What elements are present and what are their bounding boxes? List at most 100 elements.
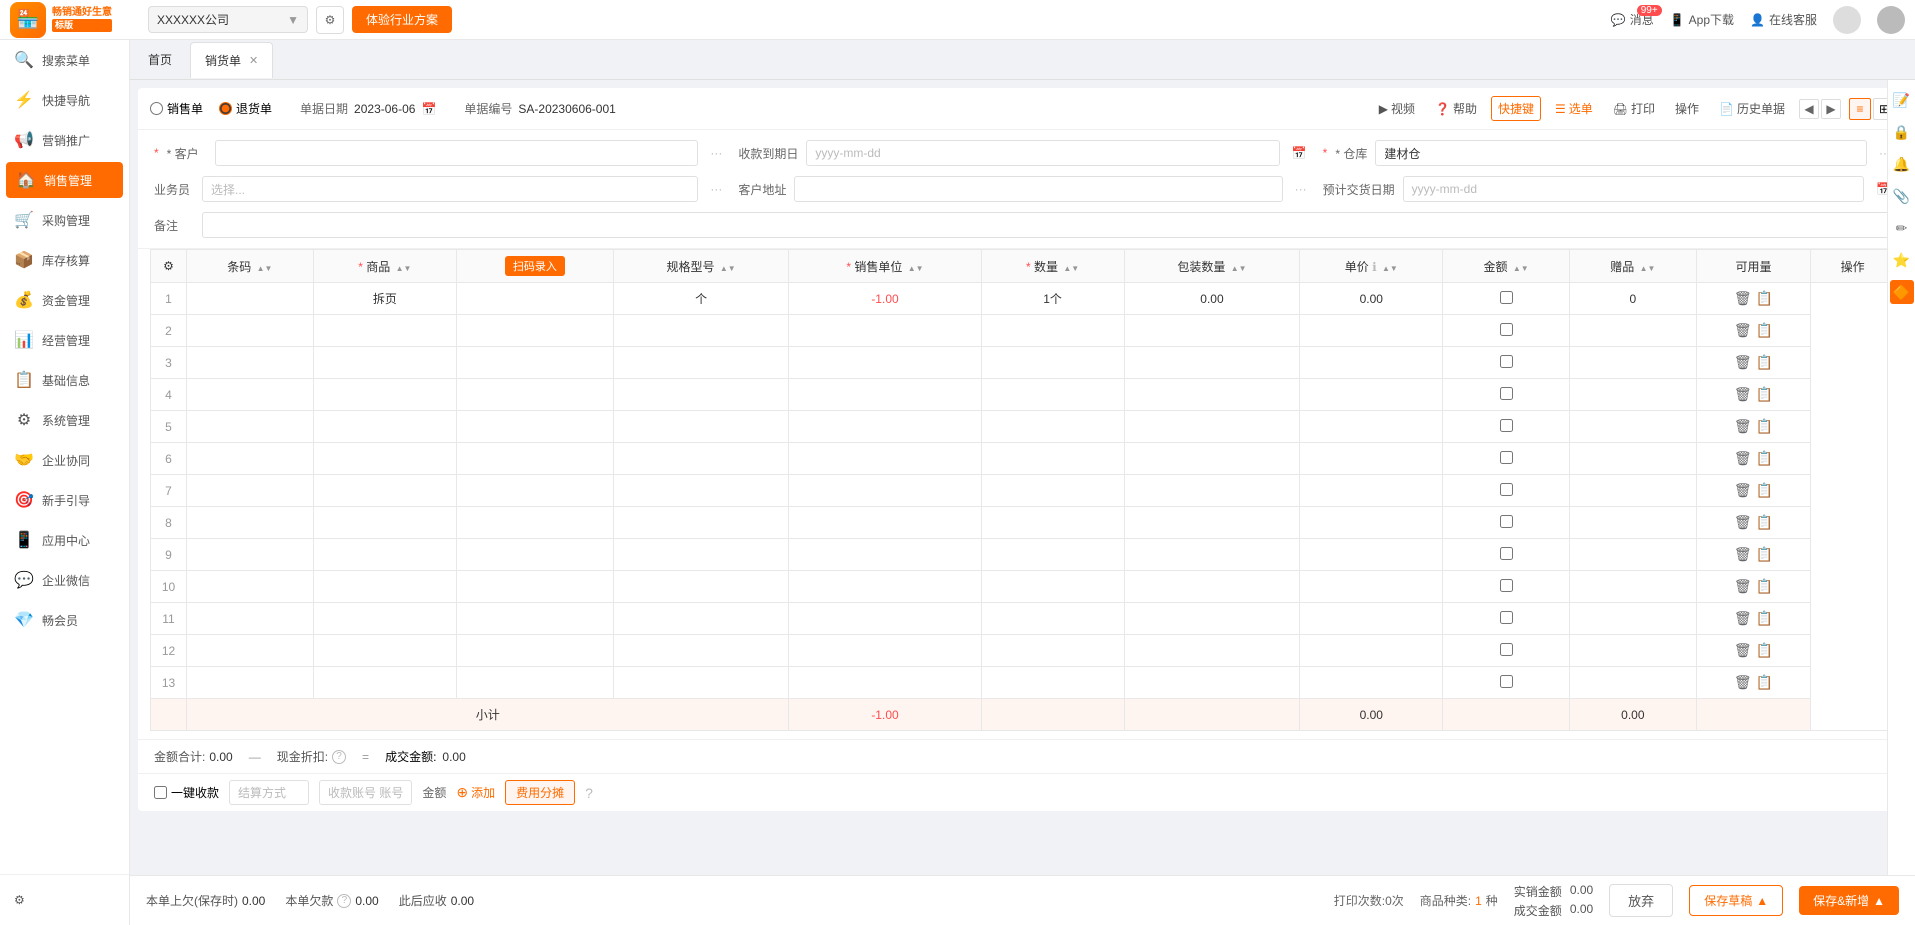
amount-1[interactable]: 0.00 xyxy=(1300,283,1443,315)
copy-icon-5[interactable]: 📋 xyxy=(1756,418,1773,435)
prev-arrow[interactable]: ◀ xyxy=(1799,99,1819,119)
tab-sales-order[interactable]: 销货单 ✕ xyxy=(190,42,273,78)
qty-sort[interactable]: ▲▼ xyxy=(1063,264,1079,273)
copy-icon-4[interactable]: 📋 xyxy=(1756,386,1773,403)
help-btn[interactable]: ❓ 帮助 xyxy=(1429,97,1483,120)
sidebar-item-inventory[interactable]: 📦 库存核算 xyxy=(0,240,129,280)
float-lock-icon[interactable]: 🔒 xyxy=(1890,120,1914,144)
payment-help-icon[interactable]: ? xyxy=(585,785,593,801)
payment-method-input[interactable]: 结算方式 xyxy=(229,780,309,805)
payment-account-input[interactable]: 收款账号 账号 xyxy=(319,780,412,805)
operation-btn[interactable]: 操作 xyxy=(1669,97,1705,120)
add-payment-btn[interactable]: ⊕ 添加 xyxy=(456,784,495,801)
col-gear[interactable]: ⚙ xyxy=(151,250,187,283)
shortcut-btn[interactable]: 快捷键 xyxy=(1491,96,1541,121)
delete-icon-12[interactable]: 🗑 xyxy=(1734,642,1752,659)
gift-sort[interactable]: ▲▼ xyxy=(1640,264,1656,273)
avatar2[interactable] xyxy=(1877,6,1905,34)
settings-gear-btn[interactable]: ⚙ xyxy=(316,6,344,34)
sidebar-item-sales[interactable]: 🏠 销售管理 xyxy=(6,162,123,198)
delete-icon-5[interactable]: 🗑 xyxy=(1734,418,1752,435)
copy-icon-9[interactable]: 📋 xyxy=(1756,546,1773,563)
sidebar-item-wechat[interactable]: 💬 企业微信 xyxy=(0,560,129,600)
discard-btn[interactable]: 放弃 xyxy=(1609,884,1673,917)
float-edit-icon[interactable]: 📝 xyxy=(1890,88,1914,112)
price-sort[interactable]: ▲▼ xyxy=(1382,264,1398,273)
barcode-sort[interactable]: ▲▼ xyxy=(257,264,273,273)
remark-input[interactable] xyxy=(202,212,1891,238)
company-selector[interactable]: XXXXXX公司 ▼ xyxy=(148,6,308,33)
list-view-btn[interactable]: ≡ xyxy=(1849,98,1871,120)
sidebar-item-guide[interactable]: 🎯 新手引导 xyxy=(0,480,129,520)
copy-icon-11[interactable]: 📋 xyxy=(1756,610,1773,627)
float-bell-icon[interactable]: 🔔 xyxy=(1890,152,1914,176)
delete-icon-8[interactable]: 🗑 xyxy=(1734,514,1752,531)
print-btn[interactable]: 🖨 打印 xyxy=(1607,97,1661,120)
copy-icon-10[interactable]: 📋 xyxy=(1756,578,1773,595)
copy-icon-2[interactable]: 📋 xyxy=(1756,322,1773,339)
date-calendar-icon[interactable]: 📅 xyxy=(421,102,436,116)
sidebar-item-quick-nav[interactable]: ⚡ 快捷导航 xyxy=(0,80,129,120)
customer-more-icon[interactable]: ··· xyxy=(710,146,722,160)
sidebar-item-finance[interactable]: 💰 资金管理 xyxy=(0,280,129,320)
sidebar-settings-btn[interactable]: ⚙ xyxy=(0,883,129,917)
copy-icon-12[interactable]: 📋 xyxy=(1756,642,1773,659)
spec-1[interactable] xyxy=(456,283,613,315)
pkg-sort[interactable]: ▲▼ xyxy=(1231,264,1247,273)
payment-due-input[interactable]: yyyy-mm-dd xyxy=(806,140,1279,166)
copy-icon-13[interactable]: 📋 xyxy=(1756,674,1773,691)
barcode-1[interactable] xyxy=(187,283,314,315)
sidebar-item-enterprise[interactable]: 🤝 企业协同 xyxy=(0,440,129,480)
col-scan-btn[interactable]: 扫码录入 xyxy=(456,250,613,283)
product-1[interactable]: 拆页 xyxy=(313,283,456,315)
sidebar-item-basic-info[interactable]: 📋 基础信息 xyxy=(0,360,129,400)
message-tool[interactable]: 💬 消息 99+ xyxy=(1611,11,1654,28)
salesperson-more-icon[interactable]: ··· xyxy=(710,182,722,196)
total-owe-help[interactable]: ? xyxy=(337,894,351,908)
save-draft-btn[interactable]: 保存草稿 ▲ xyxy=(1689,885,1783,916)
unit-sort[interactable]: ▲▼ xyxy=(908,264,924,273)
video-btn[interactable]: ▶ 视频 xyxy=(1373,97,1421,120)
sales-order-radio-input[interactable] xyxy=(150,102,163,115)
sidebar-item-marketing[interactable]: 📢 营销推广 xyxy=(0,120,129,160)
expected-date-input[interactable]: yyyy-mm-dd xyxy=(1403,176,1864,202)
save-new-btn[interactable]: 保存&新增 ▲ xyxy=(1799,886,1899,915)
sidebar-search[interactable]: 🔍 搜索菜单 xyxy=(0,40,129,80)
customer-input[interactable] xyxy=(215,140,699,166)
copy-icon-1[interactable]: 📋 xyxy=(1756,290,1773,307)
delete-icon-4[interactable]: 🗑 xyxy=(1734,386,1752,403)
copy-icon-6[interactable]: 📋 xyxy=(1756,450,1773,467)
scan-barcode-btn[interactable]: 扫码录入 xyxy=(505,256,565,276)
return-order-radio[interactable]: 退货单 xyxy=(219,100,272,117)
app-download-tool[interactable]: 📱 App下载 xyxy=(1670,11,1734,28)
float-orange-icon[interactable]: 🔶 xyxy=(1890,280,1914,304)
spec-sort[interactable]: ▲▼ xyxy=(720,264,736,273)
experience-btn[interactable]: 体验行业方案 xyxy=(352,6,452,33)
payment-due-calendar-icon[interactable]: 📅 xyxy=(1292,146,1307,160)
one-click-payment-checkbox[interactable] xyxy=(154,786,167,799)
product-sort[interactable]: ▲▼ xyxy=(396,264,412,273)
select-btn[interactable]: ☰ 选单 xyxy=(1549,97,1599,120)
expense-split-btn[interactable]: 费用分摊 xyxy=(505,780,575,805)
unit-price-info-icon[interactable]: ℹ xyxy=(1372,260,1377,274)
gift-1[interactable] xyxy=(1443,283,1570,315)
sidebar-item-vip[interactable]: 💎 畅会员 xyxy=(0,600,129,640)
sidebar-item-operations[interactable]: 📊 经营管理 xyxy=(0,320,129,360)
sidebar-item-system[interactable]: ⚙ 系统管理 xyxy=(0,400,129,440)
float-attach-icon[interactable]: 📎 xyxy=(1890,184,1914,208)
delete-icon-13[interactable]: 🗑 xyxy=(1734,674,1752,691)
next-arrow[interactable]: ▶ xyxy=(1821,99,1841,119)
copy-icon-3[interactable]: 📋 xyxy=(1756,354,1773,371)
delete-icon-2[interactable]: 🗑 xyxy=(1734,322,1752,339)
customer-addr-input[interactable] xyxy=(794,176,1282,202)
sidebar-item-app-center[interactable]: 📱 应用中心 xyxy=(0,520,129,560)
pkg-qty-1[interactable]: 1个 xyxy=(981,283,1124,315)
delete-icon-7[interactable]: 🗑 xyxy=(1734,482,1752,499)
customer-addr-more-icon[interactable]: ··· xyxy=(1295,182,1307,196)
delete-icon-1[interactable]: 🗑 xyxy=(1734,290,1752,307)
return-order-radio-input[interactable] xyxy=(219,102,232,115)
qty-1[interactable]: -1.00 xyxy=(789,283,981,315)
salesperson-input[interactable]: 选择... xyxy=(202,176,698,202)
copy-icon-8[interactable]: 📋 xyxy=(1756,514,1773,531)
gift-checkbox-1[interactable] xyxy=(1500,291,1513,304)
